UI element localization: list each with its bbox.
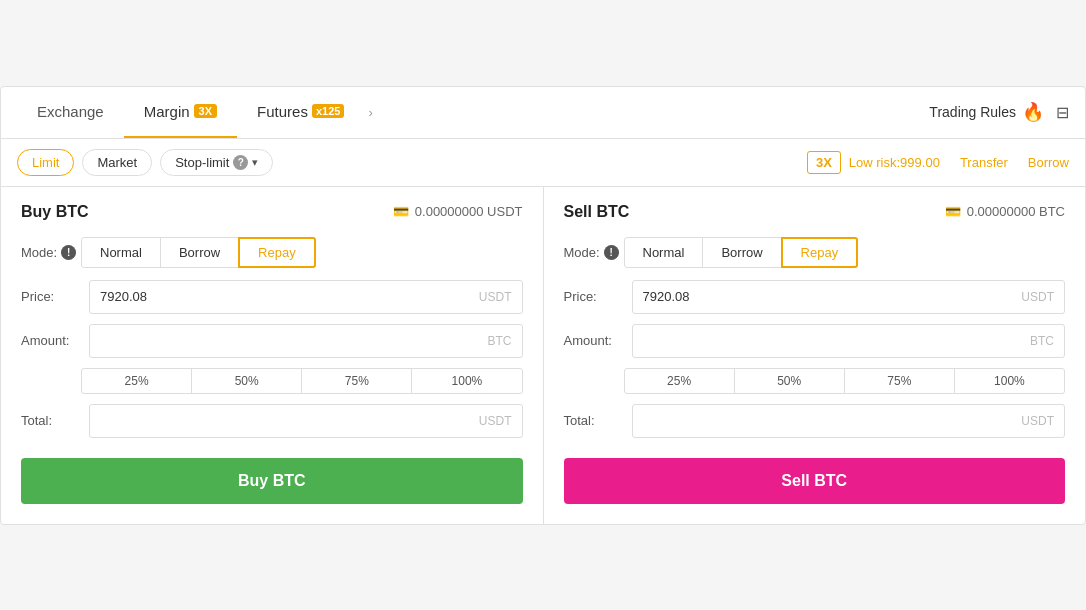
sell-balance: 0.00000000 BTC [967,204,1065,219]
buy-price-unit: USDT [479,290,512,304]
sell-mode-repay[interactable]: Repay [781,237,859,268]
sell-panel: Sell BTC 💳 0.00000000 BTC Mode: ! Normal… [544,187,1086,524]
sell-mode-label: Mode: ! [564,245,624,260]
buy-amount-unit: BTC [488,334,512,348]
sell-panel-header: Sell BTC 💳 0.00000000 BTC [564,203,1066,221]
buy-total-unit: USDT [479,414,512,428]
risk-text: Low risk:999.00 [849,155,940,170]
sell-price-label: Price: [564,289,624,304]
buy-price-input[interactable]: 7920.08 USDT [89,280,523,314]
buy-submit-button[interactable]: Buy BTC [21,458,523,504]
borrow-link[interactable]: Borrow [1028,155,1069,170]
stop-limit-button[interactable]: Stop-limit ? ▾ [160,149,273,176]
sell-pct-25[interactable]: 25% [624,368,735,394]
sell-total-row: Total: USDT [564,404,1066,438]
buy-total-row: Total: USDT [21,404,523,438]
sell-pct-100[interactable]: 100% [954,368,1065,394]
tab-futures[interactable]: Futures x125 [237,86,364,138]
buy-amount-row: Amount: BTC [21,324,523,358]
futures-badge: x125 [312,104,344,118]
buy-pct-25[interactable]: 25% [81,368,192,394]
leverage-badge[interactable]: 3X [807,151,841,174]
buy-panel: Buy BTC 💳 0.00000000 USDT Mode: ! Normal… [1,187,544,524]
buy-mode-buttons: Normal Borrow Repay [81,237,523,268]
buy-pct-50[interactable]: 50% [191,368,302,394]
buy-mode-normal[interactable]: Normal [81,237,161,268]
sell-total-unit: USDT [1021,414,1054,428]
buy-total-label: Total: [21,413,81,428]
buy-pct-100[interactable]: 100% [411,368,522,394]
sell-mode-normal[interactable]: Normal [624,237,704,268]
sell-total-input[interactable]: USDT [632,404,1066,438]
buy-mode-borrow[interactable]: Borrow [160,237,239,268]
sell-submit-button[interactable]: Sell BTC [564,458,1066,504]
buy-total-input[interactable]: USDT [89,404,523,438]
sell-wallet-icon: 💳 [945,204,961,219]
sell-total-label: Total: [564,413,624,428]
sell-price-input[interactable]: 7920.08 USDT [632,280,1066,314]
top-nav: Exchange Margin 3X Futures x125 › Tradin… [1,87,1085,139]
sell-mode-buttons: Normal Borrow Repay [624,237,1066,268]
buy-mode-info-icon[interactable]: ! [61,245,76,260]
buy-amount-input[interactable]: BTC [89,324,523,358]
order-type-bar: Limit Market Stop-limit ? ▾ 3X Low risk:… [1,139,1085,187]
sell-pct-50[interactable]: 50% [734,368,845,394]
trading-rules-link[interactable]: Trading Rules 🔥 [929,101,1044,123]
sell-amount-row: Amount: BTC [564,324,1066,358]
trading-panels: Buy BTC 💳 0.00000000 USDT Mode: ! Normal… [1,187,1085,524]
sell-amount-unit: BTC [1030,334,1054,348]
sell-pct-row: 25% 50% 75% 100% [624,368,1066,394]
buy-wallet-info: 💳 0.00000000 USDT [393,204,523,219]
buy-mode-repay[interactable]: Repay [238,237,316,268]
sell-price-row: Price: 7920.08 USDT [564,280,1066,314]
buy-price-label: Price: [21,289,81,304]
buy-amount-label: Amount: [21,333,81,348]
stop-limit-dropdown-arrow[interactable]: ▾ [252,156,258,169]
sell-pct-75[interactable]: 75% [844,368,955,394]
buy-price-value: 7920.08 [100,289,479,304]
limit-button[interactable]: Limit [17,149,74,176]
sell-wallet-info: 💳 0.00000000 BTC [945,204,1065,219]
market-button[interactable]: Market [82,149,152,176]
buy-mode-label: Mode: ! [21,245,81,260]
buy-panel-title: Buy BTC [21,203,89,221]
sell-amount-label: Amount: [564,333,624,348]
buy-wallet-icon: 💳 [393,204,409,219]
tab-margin[interactable]: Margin 3X [124,86,237,138]
tab-exchange[interactable]: Exchange [17,86,124,138]
sell-mode-borrow[interactable]: Borrow [702,237,781,268]
sell-price-unit: USDT [1021,290,1054,304]
buy-mode-row: Mode: ! Normal Borrow Repay [21,237,523,268]
sell-price-value: 7920.08 [643,289,1022,304]
margin-badge: 3X [194,104,217,118]
sell-mode-row: Mode: ! Normal Borrow Repay [564,237,1066,268]
calculator-icon[interactable]: ⊟ [1056,103,1069,122]
buy-panel-header: Buy BTC 💳 0.00000000 USDT [21,203,523,221]
sell-submit-section: Sell BTC [564,458,1066,504]
buy-price-row: Price: 7920.08 USDT [21,280,523,314]
stop-limit-help-icon[interactable]: ? [233,155,248,170]
buy-pct-row: 25% 50% 75% 100% [81,368,523,394]
nav-more-chevron[interactable]: › [368,105,372,120]
sell-mode-info-icon[interactable]: ! [604,245,619,260]
buy-pct-75[interactable]: 75% [301,368,412,394]
sell-amount-input[interactable]: BTC [632,324,1066,358]
buy-balance: 0.00000000 USDT [415,204,523,219]
main-container: Exchange Margin 3X Futures x125 › Tradin… [0,86,1086,525]
fire-icon: 🔥 [1022,101,1044,123]
sell-panel-title: Sell BTC [564,203,630,221]
buy-submit-section: Buy BTC [21,458,523,504]
transfer-link[interactable]: Transfer [960,155,1008,170]
